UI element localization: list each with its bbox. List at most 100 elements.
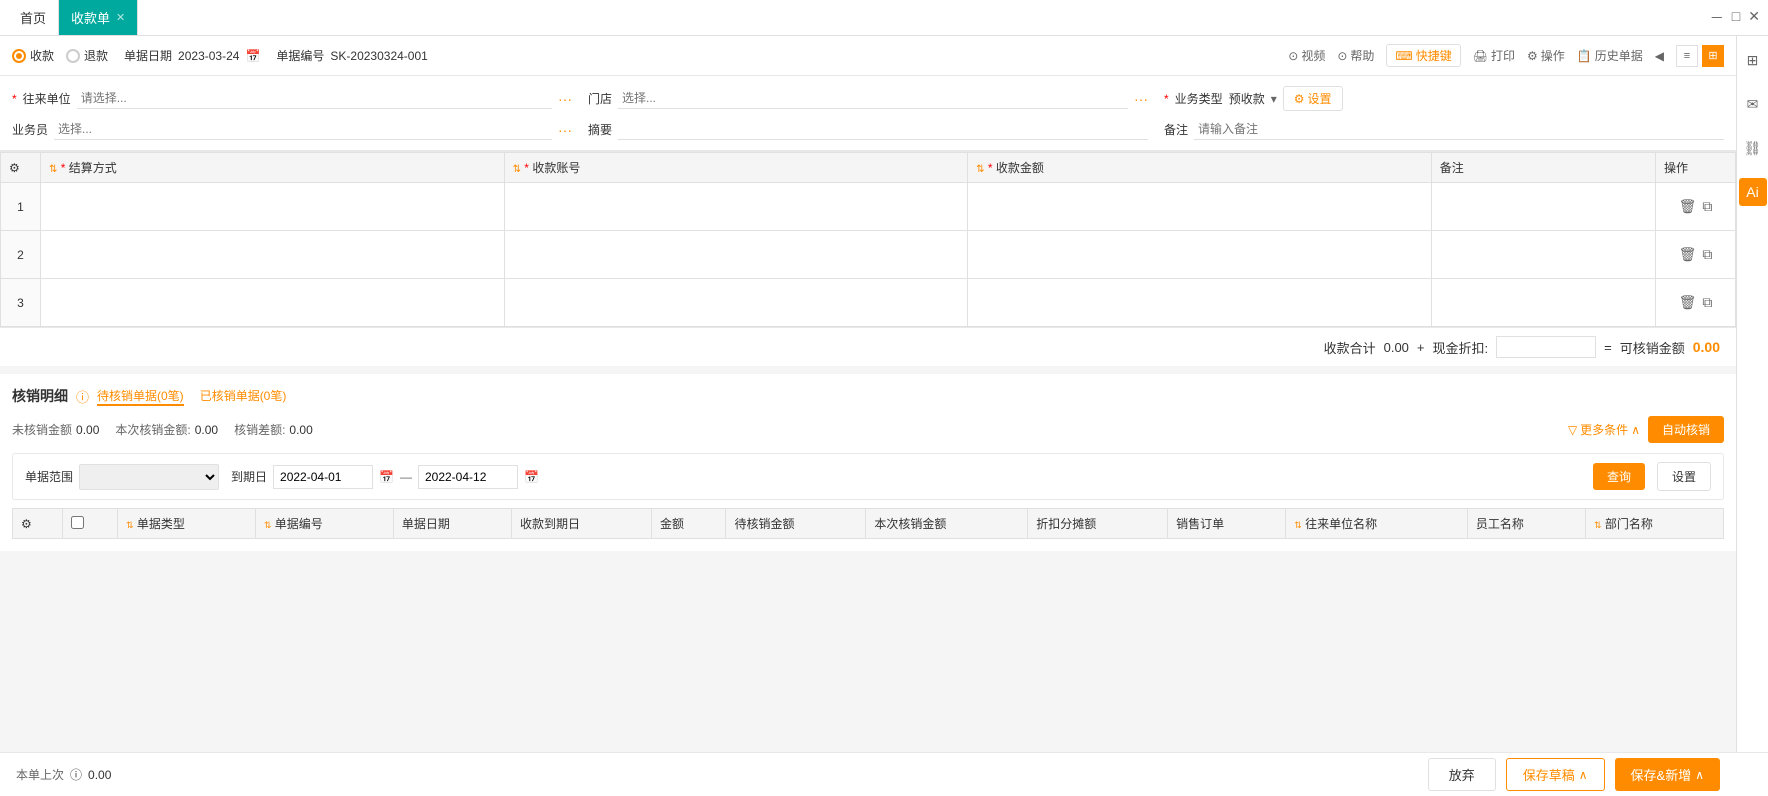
wo-settings-icon[interactable]: ⚙	[21, 517, 32, 531]
tab-home[interactable]: 首页	[8, 0, 59, 35]
wo-sort-counterpart[interactable]: ⇅	[1294, 520, 1302, 530]
form-settings-btn[interactable]: ⚙ 设置	[1283, 86, 1343, 111]
row-2-delete-icon[interactable]: 🗑	[1679, 246, 1697, 263]
draft-btn[interactable]: 保存草稿 ∧	[1506, 758, 1605, 791]
pending-tab[interactable]: 待核销单据(0笔)	[97, 387, 184, 406]
sidebar-email-icon[interactable]: ✉	[1739, 90, 1767, 118]
operations-btn[interactable]: ⚙ 操作	[1527, 47, 1565, 64]
sort-icon-2[interactable]: ⇅	[513, 164, 521, 175]
row-2-copy-icon[interactable]: ⧉	[1702, 246, 1712, 263]
date-from-calendar-icon[interactable]: 📅	[379, 470, 394, 484]
row-3-remark[interactable]	[1431, 279, 1655, 327]
radio-receipt[interactable]: 收款	[12, 47, 54, 64]
row-3-copy-icon[interactable]: ⧉	[1702, 294, 1712, 311]
writeoff-toolbar: ▽ 更多条件 ∧ 自动核销	[1568, 416, 1724, 443]
receipt-table-wrap: ⚙ ⇅ * 结算方式 ⇅ * 收款账号 ⇅	[0, 151, 1736, 327]
counterpart-required: *	[12, 92, 17, 106]
history-btn[interactable]: 📋 历史单据	[1577, 47, 1643, 64]
sort-icon[interactable]: ⇅	[49, 164, 57, 175]
sidebar-link-icon[interactable]: ⛓	[1739, 134, 1767, 162]
list-view-btn[interactable]: ≡	[1676, 45, 1698, 67]
row-1-copy-icon[interactable]: ⧉	[1702, 198, 1712, 215]
help-icon: ⊙	[1337, 49, 1347, 63]
radio-dot-receipt	[12, 49, 26, 63]
grid-view-btn[interactable]: ⊞	[1702, 45, 1724, 67]
remarks-input[interactable]	[1194, 119, 1724, 140]
close-btn[interactable]: ✕	[1748, 8, 1760, 28]
bottom-info-icon[interactable]: ⓘ	[70, 766, 82, 783]
row-2-actions: 🗑 ⧉	[1656, 231, 1736, 279]
row-1-delete-icon[interactable]: 🗑	[1679, 198, 1697, 215]
date-calendar-icon[interactable]: 📅	[245, 49, 260, 63]
row-1-account[interactable]	[504, 183, 968, 231]
row-3-account[interactable]	[504, 279, 968, 327]
shortcut-btn[interactable]: ⌨ 快捷键	[1386, 44, 1460, 67]
row-3-settle[interactable]	[41, 279, 505, 327]
date-field-group: 单据日期 2023-03-24 📅	[124, 47, 260, 64]
store-more-btn[interactable]: ···	[1134, 91, 1148, 107]
help-btn[interactable]: ⊙ 帮助	[1337, 47, 1374, 64]
radio-group: 收款 退款	[12, 47, 108, 64]
col-amount: ⇅ * 收款金额	[968, 153, 1432, 183]
wo-col-checkbox	[63, 509, 118, 539]
row-2-account[interactable]	[504, 231, 968, 279]
summary-input[interactable]	[618, 119, 1148, 140]
print-btn[interactable]: 🖨 打印	[1473, 47, 1515, 64]
staff-more-btn[interactable]: ···	[558, 122, 572, 138]
date-from-input[interactable]	[273, 465, 373, 489]
date-to-calendar-icon[interactable]: 📅	[524, 470, 539, 484]
row-1-settle[interactable]	[41, 183, 505, 231]
staff-input[interactable]	[54, 119, 552, 140]
wo-sort-dept[interactable]: ⇅	[1594, 520, 1602, 530]
business-type-dropdown-icon[interactable]: ▾	[1271, 92, 1277, 106]
equals-label: =	[1604, 340, 1612, 355]
maximize-btn[interactable]: □	[1732, 8, 1740, 28]
writeoff-title: 核销明细	[12, 386, 68, 406]
wo-col-discount-label: 折扣分摊额	[1036, 517, 1096, 531]
date-to-input[interactable]	[418, 465, 518, 489]
row-num-1: 1	[1, 183, 41, 231]
more-conditions-btn[interactable]: ▽ 更多条件 ∧	[1568, 421, 1640, 438]
row-2-settle[interactable]	[41, 231, 505, 279]
query-btn[interactable]: 查询	[1593, 463, 1645, 490]
row-num-2: 2	[1, 231, 41, 279]
abandon-btn[interactable]: 放弃	[1428, 758, 1496, 791]
counterpart-more-btn[interactable]: ···	[558, 91, 572, 107]
range-select[interactable]	[79, 464, 219, 490]
business-type-label: 业务类型	[1175, 90, 1223, 107]
row-2-amount[interactable]	[968, 231, 1432, 279]
row-1-remark[interactable]	[1431, 183, 1655, 231]
counterpart-input[interactable]	[77, 88, 552, 109]
business-type-value: 预收款	[1229, 90, 1265, 107]
sort-icon-3[interactable]: ⇅	[976, 164, 984, 175]
select-all-checkbox[interactable]	[71, 516, 84, 529]
prev-btn[interactable]: ◀	[1655, 49, 1664, 63]
sidebar-ai-icon[interactable]: Ai	[1739, 178, 1767, 206]
tab-close-icon[interactable]: ✕	[116, 11, 125, 24]
wo-sort-doc-no[interactable]: ⇅	[264, 520, 272, 530]
row-num-3: 3	[1, 279, 41, 327]
done-tab[interactable]: 已核销单据(0笔)	[200, 387, 287, 406]
wo-col-doc-date-label: 单据日期	[402, 517, 450, 531]
radio-refund[interactable]: 退款	[66, 47, 108, 64]
store-input[interactable]	[618, 88, 1128, 109]
discount-input[interactable]	[1496, 336, 1596, 358]
auto-writeoff-btn[interactable]: 自动核销	[1648, 416, 1724, 443]
row-2-remark[interactable]	[1431, 231, 1655, 279]
minimize-btn[interactable]: －	[1710, 8, 1724, 28]
sidebar-table-icon[interactable]: ⊞	[1739, 46, 1767, 74]
writeoff-info-icon[interactable]: ⓘ	[76, 387, 89, 406]
link-icon: ⛓	[1744, 140, 1762, 157]
wo-col-staff: 员工名称	[1467, 509, 1585, 539]
row-1-amount[interactable]	[968, 183, 1432, 231]
range-filter: 单据范围	[25, 464, 219, 490]
writeoff-settings-btn[interactable]: 设置	[1657, 462, 1711, 491]
save-new-btn[interactable]: 保存&新增 ∧	[1615, 758, 1720, 791]
wo-sort-doc-type[interactable]: ⇅	[126, 520, 134, 530]
row-3-amount[interactable]	[968, 279, 1432, 327]
table-settings-icon[interactable]: ⚙	[9, 161, 20, 175]
wo-col-due-date-label: 收款到期日	[520, 517, 580, 531]
tab-receipt[interactable]: 收款单 ✕	[59, 0, 138, 35]
video-btn[interactable]: ⊙ 视频	[1288, 47, 1325, 64]
row-3-delete-icon[interactable]: 🗑	[1679, 294, 1697, 311]
